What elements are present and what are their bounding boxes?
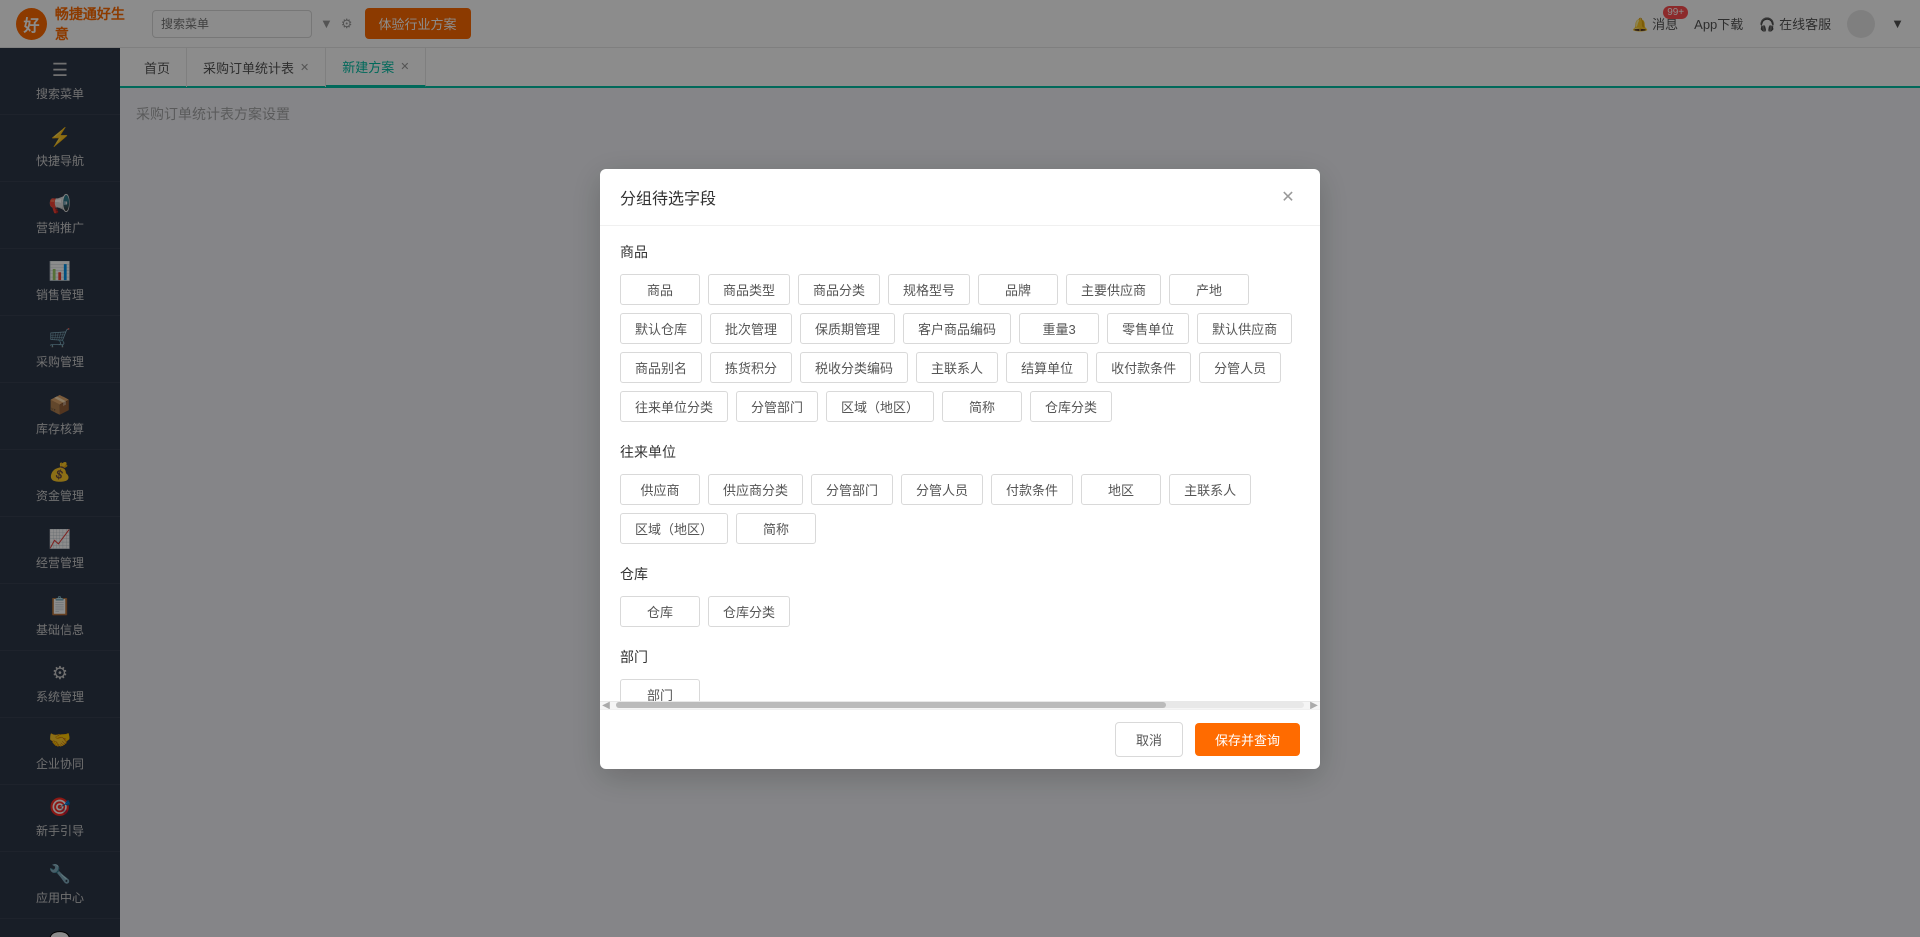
- field-tag[interactable]: 分管人员: [1199, 352, 1281, 383]
- field-tag[interactable]: 品牌: [978, 274, 1058, 305]
- field-tag[interactable]: 区域（地区）: [826, 391, 934, 422]
- field-tag[interactable]: 区域（地区）: [620, 513, 728, 544]
- field-tag[interactable]: 重量3: [1019, 313, 1099, 344]
- field-section-partner: 往来单位供应商供应商分类分管部门分管人员付款条件地区主联系人区域（地区） 简称: [620, 442, 1300, 544]
- confirm-button[interactable]: 保存并查询: [1195, 723, 1300, 756]
- field-tag[interactable]: 仓库: [620, 596, 700, 627]
- field-tag[interactable]: 默认仓库: [620, 313, 702, 344]
- cancel-button[interactable]: 取消: [1115, 722, 1183, 757]
- field-section-goods: 商品商品商品类型商品分类规格型号品牌主要供应商产地默认仓库批次管理保质期管理客户…: [620, 242, 1300, 422]
- field-tag[interactable]: 主联系人: [916, 352, 998, 383]
- field-tag[interactable]: 批次管理: [710, 313, 792, 344]
- field-tag[interactable]: 简称: [736, 513, 816, 544]
- field-tag[interactable]: 主要供应商: [1066, 274, 1161, 305]
- field-tag[interactable]: 仓库分类: [1030, 391, 1112, 422]
- field-tag[interactable]: 地区: [1081, 474, 1161, 505]
- field-section-department: 部门部门: [620, 647, 1300, 701]
- field-tag[interactable]: 往来单位分类: [620, 391, 728, 422]
- horizontal-scrollbar: ◀ ▶: [600, 701, 1320, 709]
- field-select-dialog: 分组待选字段 ✕ 商品商品商品类型商品分类规格型号品牌主要供应商产地默认仓库批次…: [600, 169, 1320, 769]
- field-tag[interactable]: 分管部门: [811, 474, 893, 505]
- dialog-body[interactable]: 商品商品商品类型商品分类规格型号品牌主要供应商产地默认仓库批次管理保质期管理客户…: [600, 226, 1320, 701]
- field-tag[interactable]: 结算单位: [1006, 352, 1088, 383]
- dialog-footer: 取消 保存并查询: [600, 709, 1320, 769]
- field-tag[interactable]: 供应商分类: [708, 474, 803, 505]
- field-tag[interactable]: 简称: [942, 391, 1022, 422]
- field-grid-warehouse: 仓库仓库分类: [620, 596, 1300, 627]
- close-icon[interactable]: ✕: [1276, 185, 1300, 209]
- field-tag[interactable]: 部门: [620, 679, 700, 701]
- field-tag[interactable]: 零售单位: [1107, 313, 1189, 344]
- field-tag[interactable]: 默认供应商: [1197, 313, 1292, 344]
- field-grid-goods: 商品商品类型商品分类规格型号品牌主要供应商产地默认仓库批次管理保质期管理客户商品…: [620, 274, 1300, 422]
- field-tag[interactable]: 供应商: [620, 474, 700, 505]
- section-title-warehouse: 仓库: [620, 564, 1300, 584]
- dialog-header: 分组待选字段 ✕: [600, 169, 1320, 226]
- field-tag[interactable]: 商品分类: [798, 274, 880, 305]
- section-title-department: 部门: [620, 647, 1300, 667]
- field-tag[interactable]: 付款条件: [991, 474, 1073, 505]
- field-tag[interactable]: 拣货积分: [710, 352, 792, 383]
- field-grid-partner: 供应商供应商分类分管部门分管人员付款条件地区主联系人区域（地区） 简称: [620, 474, 1300, 544]
- field-tag[interactable]: 仓库分类: [708, 596, 790, 627]
- field-tag[interactable]: 商品别名: [620, 352, 702, 383]
- section-title-goods: 商品: [620, 242, 1300, 262]
- field-tag[interactable]: 分管部门: [736, 391, 818, 422]
- field-tag[interactable]: 产地: [1169, 274, 1249, 305]
- dialog-title: 分组待选字段: [620, 185, 716, 209]
- field-tag[interactable]: 规格型号: [888, 274, 970, 305]
- field-tag[interactable]: 收付款条件: [1096, 352, 1191, 383]
- field-grid-department: 部门: [620, 679, 1300, 701]
- field-tag[interactable]: 商品类型: [708, 274, 790, 305]
- hscroll-thumb: [616, 702, 1166, 708]
- field-tag[interactable]: 分管人员: [901, 474, 983, 505]
- field-tag[interactable]: 客户商品编码: [903, 313, 1011, 344]
- field-tag[interactable]: 税收分类编码: [800, 352, 908, 383]
- field-tag[interactable]: 商品: [620, 274, 700, 305]
- section-title-partner: 往来单位: [620, 442, 1300, 462]
- field-tag[interactable]: 保质期管理: [800, 313, 895, 344]
- field-tag[interactable]: 主联系人: [1169, 474, 1251, 505]
- dialog-overlay: 分组待选字段 ✕ 商品商品商品类型商品分类规格型号品牌主要供应商产地默认仓库批次…: [0, 0, 1920, 937]
- hscroll-track[interactable]: [616, 702, 1304, 708]
- field-section-warehouse: 仓库仓库仓库分类: [620, 564, 1300, 627]
